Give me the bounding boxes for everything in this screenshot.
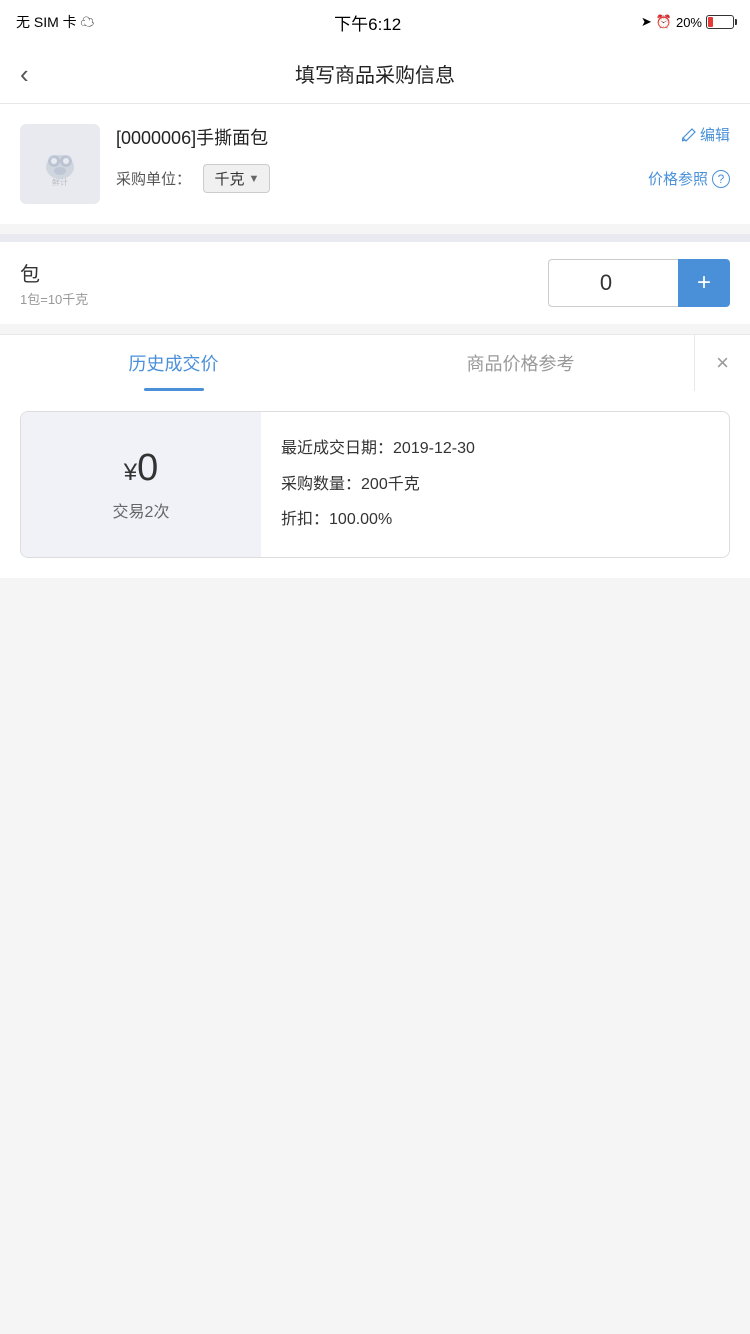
edit-button[interactable]: 编辑 [682,124,730,145]
quantity-input-group: + [548,259,730,307]
product-image-icon: 鲜计 [35,139,85,189]
edit-icon [682,128,696,142]
tab-bar: 历史成交价 商品价格参考 × [0,334,750,391]
tab-history-price[interactable]: 历史成交价 [0,335,347,391]
main-content [0,578,750,1278]
page-title: 填写商品采购信息 [295,59,455,88]
unit-chevron-icon: ▼ [248,173,259,185]
product-name: [0000006]手撕面包 [116,124,268,150]
unit-label: 采购单位： [116,171,191,188]
price-amount: ¥0 [124,447,159,490]
product-unit-row: 采购单位： 千克 ▼ 价格参照 ? [116,164,730,193]
price-detail-qty: 采购数量：200千克 [281,472,709,498]
close-icon: × [716,350,729,376]
status-carrier: 无 SIM 卡 ☁ [16,12,95,32]
quantity-section: 包 1包=10千克 + [0,242,750,324]
product-thumbnail: 鲜计 [20,124,100,204]
product-section: 鲜计 [0000006]手撕面包 编辑 采购单位： 千克 ▼ 价格参照 [0,104,750,224]
quantity-plus-button[interactable]: + [678,259,730,307]
price-detail-date: 最近成交日期：2019-12-30 [281,436,709,462]
tab-close-button[interactable]: × [694,335,750,391]
status-time: 下午6:12 [334,10,401,35]
nav-bar: ‹ 填写商品采购信息 [0,44,750,104]
battery-icon [706,15,734,29]
unit-select[interactable]: 千克 ▼ [203,164,270,193]
svg-text:鲜计: 鲜计 [52,177,68,187]
tab-active-indicator [144,388,204,391]
battery-fill [708,17,713,27]
price-detail-discount: 折扣：100.00% [281,507,709,533]
status-right-group: ➤ ⏰ 20% [641,14,734,30]
price-card-container: ¥0 交易2次 最近成交日期：2019-12-30 采购数量：200千克 折扣：… [0,391,750,578]
status-location-icon: ➤ [641,14,652,30]
unit-label-group: 采购单位： 千克 ▼ [116,164,270,193]
back-button[interactable]: ‹ [20,61,29,87]
quantity-input[interactable] [548,259,678,307]
status-battery-percent: 20% [676,15,702,30]
section-divider [0,234,750,242]
quantity-conversion: 1包=10千克 [20,289,88,308]
price-reference-button[interactable]: 价格参照 ? [648,168,730,189]
price-card: ¥0 交易2次 最近成交日期：2019-12-30 采购数量：200千克 折扣：… [20,411,730,558]
price-ref-question-icon: ? [712,170,730,188]
product-header: [0000006]手撕面包 编辑 [116,124,730,150]
price-txn-count: 交易2次 [113,498,170,522]
price-card-left: ¥0 交易2次 [21,412,261,557]
price-currency: ¥ [124,459,137,486]
status-bar: 无 SIM 卡 ☁ 下午6:12 ➤ ⏰ 20% [0,0,750,44]
price-card-right: 最近成交日期：2019-12-30 采购数量：200千克 折扣：100.00% [261,412,729,557]
tab-price-reference[interactable]: 商品价格参考 [347,335,694,391]
quantity-unit-label: 包 [20,258,88,287]
status-alarm-icon: ⏰ [656,14,672,30]
quantity-label-group: 包 1包=10千克 [20,258,88,308]
product-info: [0000006]手撕面包 编辑 采购单位： 千克 ▼ 价格参照 ? [116,124,730,193]
